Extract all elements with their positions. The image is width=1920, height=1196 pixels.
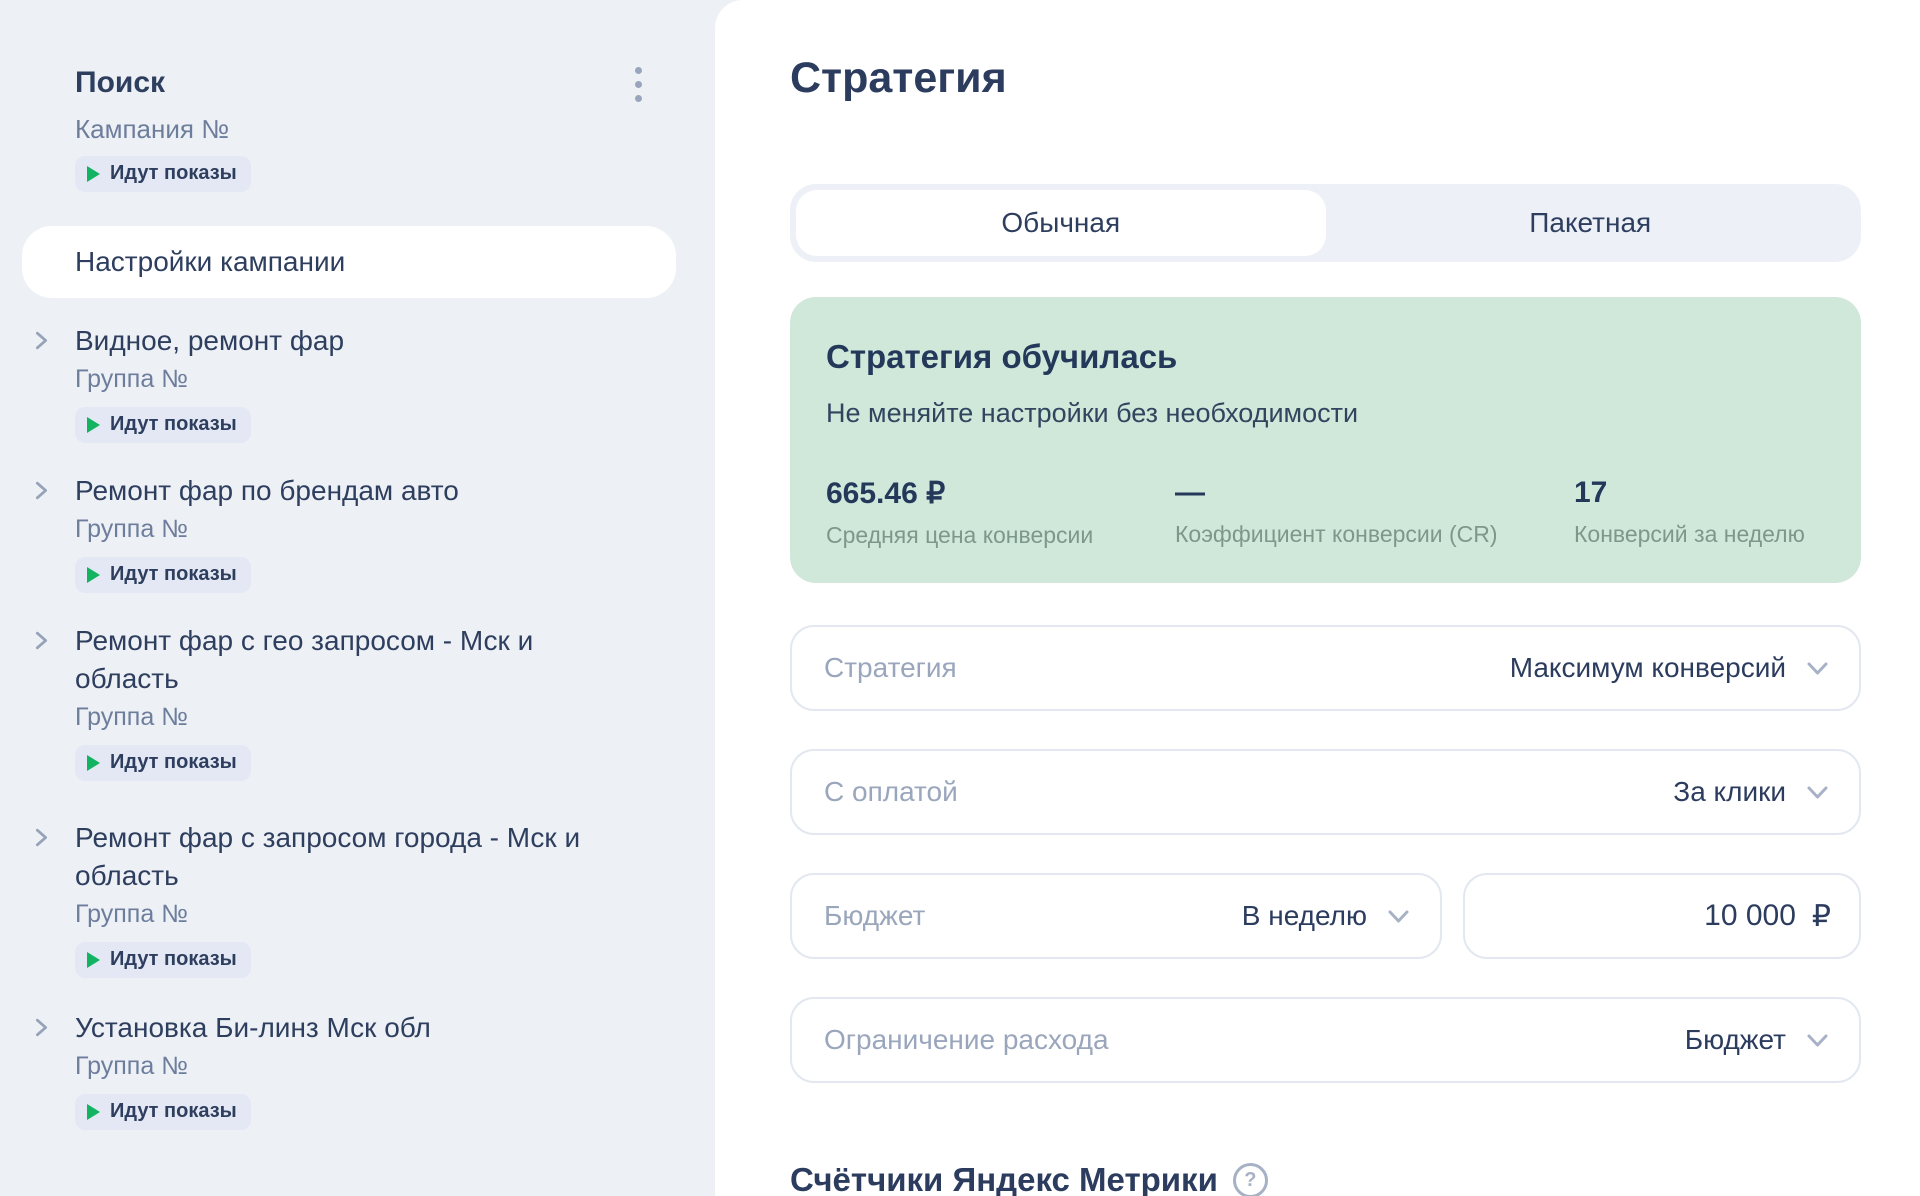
group-id-label: Группа № [75,900,189,928]
sidebar-group-item[interactable]: Установка Би-линз Мск обл Группа № Идут … [0,1009,676,1130]
play-icon [87,416,100,433]
group-status-badge: Идут показы [75,942,251,978]
sidebar-group-item[interactable]: Ремонт фар с запросом города - Мск и обл… [0,819,676,978]
play-icon [87,566,100,583]
group-id-label: Группа № [75,365,189,393]
group-title: Ремонт фар с запросом города - Мск и обл… [75,822,581,891]
field-value: В неделю [1241,900,1367,931]
group-status-text: Идут показы [110,751,237,773]
campaign-id-label: Кампания № [75,114,230,144]
kebab-menu-icon[interactable] [620,60,656,108]
group-status-badge: Идут показы [75,745,251,781]
field-label: Ограничение расхода [824,1024,1109,1055]
chevron-down-icon [1385,903,1412,930]
stat-value: 17 [1574,476,1608,509]
currency-ruble-sign: ₽ [1811,899,1831,933]
group-status-badge: Идут показы [75,1094,251,1130]
stat-conversion-rate: — Коэффициент конверсии (CR) [1175,476,1574,549]
campaign-status-badge: Идут показы [75,156,251,192]
play-icon [87,1103,100,1120]
group-title: Видное, ремонт фар [75,325,345,356]
card-stats: 665.46 ₽ Средняя цена конверсии — Коэффи… [826,476,1825,549]
budget-period-select[interactable]: Бюджет В неделю [790,873,1442,959]
spend-limit-select[interactable]: Ограничение расхода Бюджет [790,997,1861,1083]
chevron-down-icon [1804,779,1831,806]
play-icon [87,951,100,968]
strategy-learned-card: Стратегия обучилась Не меняйте настройки… [790,297,1861,583]
group-status-text: Идут показы [110,413,237,435]
stat-value: — [1175,476,1205,509]
group-status-text: Идут показы [110,563,237,585]
field-value: Бюджет [1684,1024,1786,1055]
group-status-text: Идут показы [110,948,237,970]
sidebar-group-item[interactable]: Ремонт фар по брендам авто Группа № Идут… [0,472,676,593]
group-title: Ремонт фар по брендам авто [75,475,459,506]
group-status-badge: Идут показы [75,407,251,443]
stat-label: Конверсий за неделю [1574,521,1805,547]
chevron-right-icon [30,329,53,357]
tab-package[interactable]: Пакетная [1326,190,1856,256]
stat-weekly-conversions: 17 Конверсий за неделю [1574,476,1825,549]
stat-label: Средняя цена конверсии [826,522,1094,548]
strategy-mode-tabs: Обычная Пакетная [790,184,1861,262]
sidebar-item-campaign-settings[interactable]: Настройки кампании [22,226,676,298]
chevron-down-icon [1804,655,1831,682]
payment-select[interactable]: С оплатой За клики [790,749,1861,835]
group-status-badge: Идут показы [75,557,251,593]
campaign-settings-label: Настройки кампании [75,246,346,277]
group-status-text: Идут показы [110,1100,237,1122]
group-id-label: Группа № [75,703,189,731]
card-title: Стратегия обучилась [826,338,1178,375]
chevron-right-icon [30,1016,53,1044]
stat-avg-conversion-cost: 665.46 ₽ Средняя цена конверсии [826,476,1175,549]
stat-label: Коэффициент конверсии (CR) [1175,521,1498,547]
field-label: Бюджет [824,900,926,931]
sidebar-group-item[interactable]: Видное, ремонт фар Группа № Идут показы [0,322,676,443]
help-question-icon[interactable]: ? [1232,1162,1268,1196]
sidebar-group-item[interactable]: Ремонт фар с гео запросом - Мск и област… [0,622,676,781]
tab-regular[interactable]: Обычная [796,190,1326,256]
campaign-status-text: Идут показы [110,162,237,184]
chevron-right-icon [30,629,53,657]
stat-value: 665.46 ₽ [826,477,946,510]
page-title: Стратегия [790,54,1007,102]
group-id-label: Группа № [75,515,189,543]
group-id-label: Группа № [75,1052,189,1080]
main-panel: Стратегия Обычная Пакетная Стратегия обу… [715,0,1920,1196]
play-icon [87,165,100,182]
campaign-settings-page: Поиск Кампания № Идут показы Настройки к… [0,0,1920,1196]
field-value: За клики [1673,776,1786,807]
field-value: Максимум конверсий [1509,652,1786,683]
group-title: Установка Би-линз Мск обл [75,1012,431,1043]
strategy-select[interactable]: Стратегия Максимум конверсий [790,625,1861,711]
campaign-title[interactable]: Поиск [75,66,165,100]
metrika-heading-text: Счётчики Яндекс Метрики [790,1161,1218,1196]
budget-amount-input[interactable]: 10 000 ₽ [1463,873,1861,959]
field-label: С оплатой [824,776,958,807]
metrika-section-heading: Счётчики Яндекс Метрики ? [790,1161,1268,1196]
chevron-right-icon [30,826,53,854]
chevron-right-icon [30,479,53,507]
chevron-down-icon [1804,1027,1831,1054]
budget-amount-value: 10 000 [1704,899,1796,932]
sidebar: Поиск Кампания № Идут показы Настройки к… [0,0,715,1196]
play-icon [87,754,100,771]
group-title: Ремонт фар с гео запросом - Мск и област… [75,625,534,694]
field-label: Стратегия [824,652,957,683]
card-subtitle: Не меняйте настройки без необходимости [826,398,1359,428]
